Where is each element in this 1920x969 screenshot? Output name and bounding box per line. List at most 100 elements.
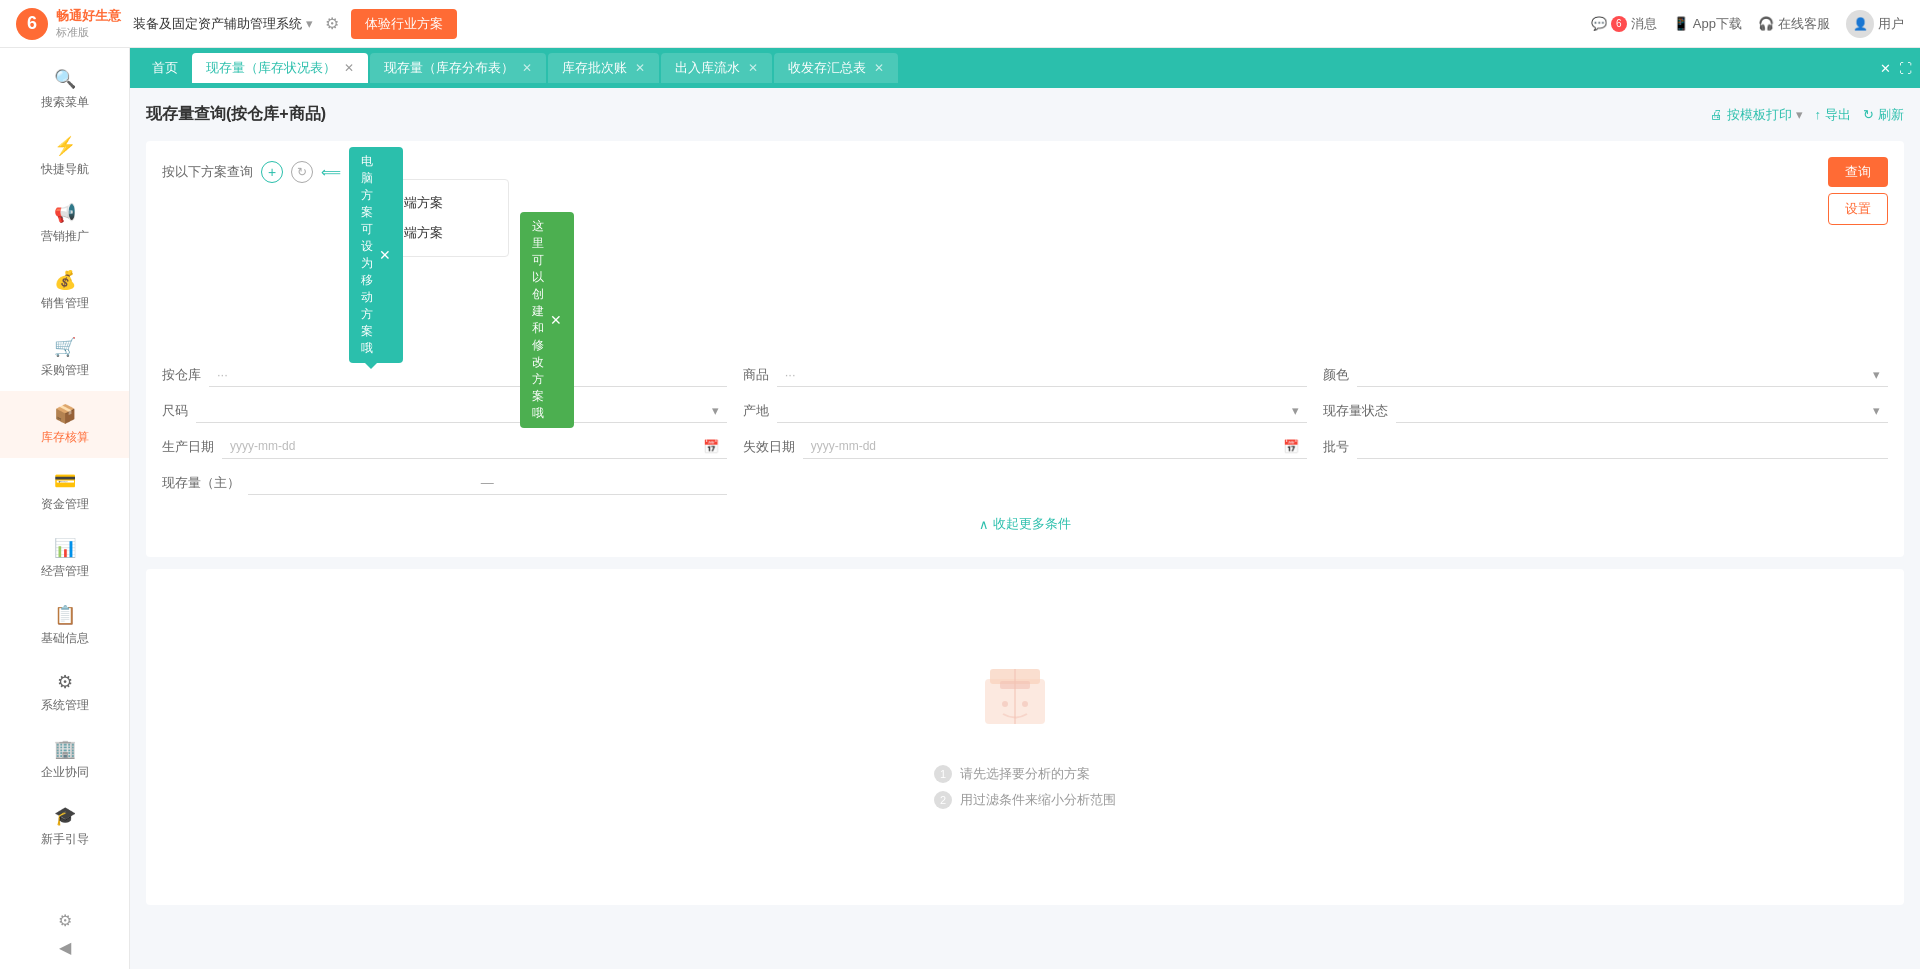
tab-inventory-dist[interactable]: 现存量（库存分布表） ✕ [370,53,546,83]
industry-btn[interactable]: 体验行业方案 [351,9,457,39]
query-btn[interactable]: 查询 [1828,157,1888,187]
range-separator: — [481,475,494,490]
color-label: 颜色 [1323,366,1349,384]
print-icon: 🖨 [1710,107,1723,122]
svg-point-4 [1002,701,1008,707]
collapse-btn[interactable]: ∧ 收起更多条件 [162,507,1888,541]
empty-state: 1 请先选择要分析的方案 2 用过滤条件来缩小分析范围 [162,569,1888,889]
filter-refresh-btn[interactable]: ↻ [291,161,313,183]
phone-icon: 📱 [1673,16,1689,31]
tab-close-batch-ledger[interactable]: ✕ [635,61,645,75]
filter-back-btn[interactable]: ⟸ [321,164,341,180]
tab-home[interactable]: 首页 [138,53,192,83]
batch-no-label: 批号 [1323,438,1349,456]
message-icon: 💬 [1591,16,1607,31]
empty-hint-2: 2 用过滤条件来缩小分析范围 [934,791,1116,809]
empty-hints: 1 请先选择要分析的方案 2 用过滤条件来缩小分析范围 [934,765,1116,809]
product-date-label: 生产日期 [162,438,214,456]
message-badge: 6 [1611,16,1627,32]
tab-expand-icon[interactable]: ⛶ [1899,61,1912,76]
collapse-sidebar-icon[interactable]: ◀ [59,938,71,957]
purchase-icon: 🛒 [54,336,76,358]
search-icon: 🔍 [54,68,76,90]
sidebar-item-sales[interactable]: 💰 销售管理 [0,257,129,324]
tab-close-inventory-dist[interactable]: ✕ [522,61,532,75]
sidebar-item-search-menu[interactable]: 🔍 搜索菜单 [0,56,129,123]
chevron-down-icon: ▾ [306,16,313,31]
stock-status-label: 现存量状态 [1323,402,1388,420]
guide-icon: 🎓 [54,805,76,827]
chevron-down-icon: ▾ [1796,107,1803,122]
expiry-date-label: 失效日期 [743,438,795,456]
system-title: 装备及固定资产辅助管理系统 [133,15,302,33]
system-title-select[interactable]: 装备及固定资产辅助管理系统 ▾ [133,15,313,33]
brand-sub: 标准版 [56,25,121,40]
empty-state-icon [965,649,1065,739]
print-btn[interactable]: 🖨 按模板打印 ▾ [1710,106,1803,124]
gear-icon[interactable]: ⚙ [325,14,339,33]
tab-close-recv-summary[interactable]: ✕ [874,61,884,75]
size-input[interactable]: ▾ [196,399,727,423]
chevron-down-icon: ▾ [1873,403,1880,418]
svg-point-5 [1022,701,1028,707]
product-date-input[interactable]: yyyy-mm-dd 📅 [222,435,727,459]
calendar-icon2[interactable]: 📅 [1283,439,1299,454]
sidebar-item-marketing[interactable]: 📢 营销推广 [0,190,129,257]
tab-close-inout-flow[interactable]: ✕ [748,61,758,75]
sidebar-item-inventory[interactable]: 📦 库存核算 [0,391,129,458]
stock-status-input[interactable]: ▾ [1396,399,1888,423]
logo-icon: 6 [16,8,48,40]
chevron-down-icon: ▾ [1292,403,1299,418]
origin-input[interactable]: ▾ [777,399,1308,423]
color-input[interactable]: ▾ [1357,363,1888,387]
page-title: 现存量查询(按仓库+商品) [146,104,326,125]
filter-add-btn[interactable]: + [261,161,283,183]
sales-icon: 💰 [54,269,76,291]
sidebar-item-purchase[interactable]: 🛒 采购管理 [0,324,129,391]
system-icon: ⚙ [57,671,73,693]
calendar-icon[interactable]: 📅 [703,439,719,454]
sidebar-item-operations[interactable]: 📊 经营管理 [0,525,129,592]
tooltip1-close-btn[interactable]: ✕ [379,247,391,263]
operations-icon: 📊 [54,537,76,559]
user-btn[interactable]: 👤 用户 [1846,10,1904,38]
sidebar-item-quick-nav[interactable]: ⚡ 快捷导航 [0,123,129,190]
warehouse-input[interactable]: ··· [209,363,727,387]
sidebar-item-system[interactable]: ⚙ 系统管理 [0,659,129,726]
sidebar-item-finance[interactable]: 💳 资金管理 [0,458,129,525]
goods-label: 商品 [743,366,769,384]
tab-close-all-icon[interactable]: ✕ [1880,61,1891,76]
stock-main-min-input[interactable] [248,471,477,494]
tab-recv-summary[interactable]: 收发存汇总表 ✕ [774,53,898,83]
filter-size-field: 尺码 ▾ [162,399,727,423]
tab-inout-flow[interactable]: 出入库流水 ✕ [661,53,772,83]
origin-label: 产地 [743,402,769,420]
app-download-btn[interactable]: 📱 App下载 [1673,15,1742,33]
basic-icon: 📋 [54,604,76,626]
settings-btn[interactable]: 设置 [1828,193,1888,225]
stock-main-max-input[interactable] [498,471,727,494]
filter-stock-status-field: 现存量状态 ▾ [1323,399,1888,423]
batch-no-input[interactable] [1357,435,1888,459]
headset-icon: 🎧 [1758,16,1774,31]
export-btn[interactable]: ↑ 导出 [1815,106,1852,124]
filter-color-field: 颜色 ▾ [1323,363,1888,387]
message-btn[interactable]: 💬 6 消息 [1591,15,1657,33]
size-label: 尺码 [162,402,188,420]
online-service-btn[interactable]: 🎧 在线客服 [1758,15,1830,33]
sidebar-item-enterprise[interactable]: 🏢 企业协同 [0,726,129,793]
stock-main-label: 现存量（主） [162,474,240,492]
tab-inventory-status[interactable]: 现存量（库存状况表） ✕ [192,53,368,83]
settings-bottom-icon[interactable]: ⚙ [58,911,72,930]
goods-input[interactable]: ··· [777,363,1308,387]
tab-close-inventory-status[interactable]: ✕ [344,61,354,75]
inventory-icon: 📦 [54,403,76,425]
chevron-up-icon: ∧ [979,517,989,532]
refresh-btn[interactable]: ↻ 刷新 [1863,106,1904,124]
sidebar-item-basic[interactable]: 📋 基础信息 [0,592,129,659]
brand-name: 畅通好生意 [56,7,121,25]
sidebar-item-guide[interactable]: 🎓 新手引导 [0,793,129,860]
expiry-date-input[interactable]: yyyy-mm-dd 📅 [803,435,1308,459]
tooltip2-close-btn[interactable]: ✕ [550,312,562,328]
tab-batch-ledger[interactable]: 库存批次账 ✕ [548,53,659,83]
